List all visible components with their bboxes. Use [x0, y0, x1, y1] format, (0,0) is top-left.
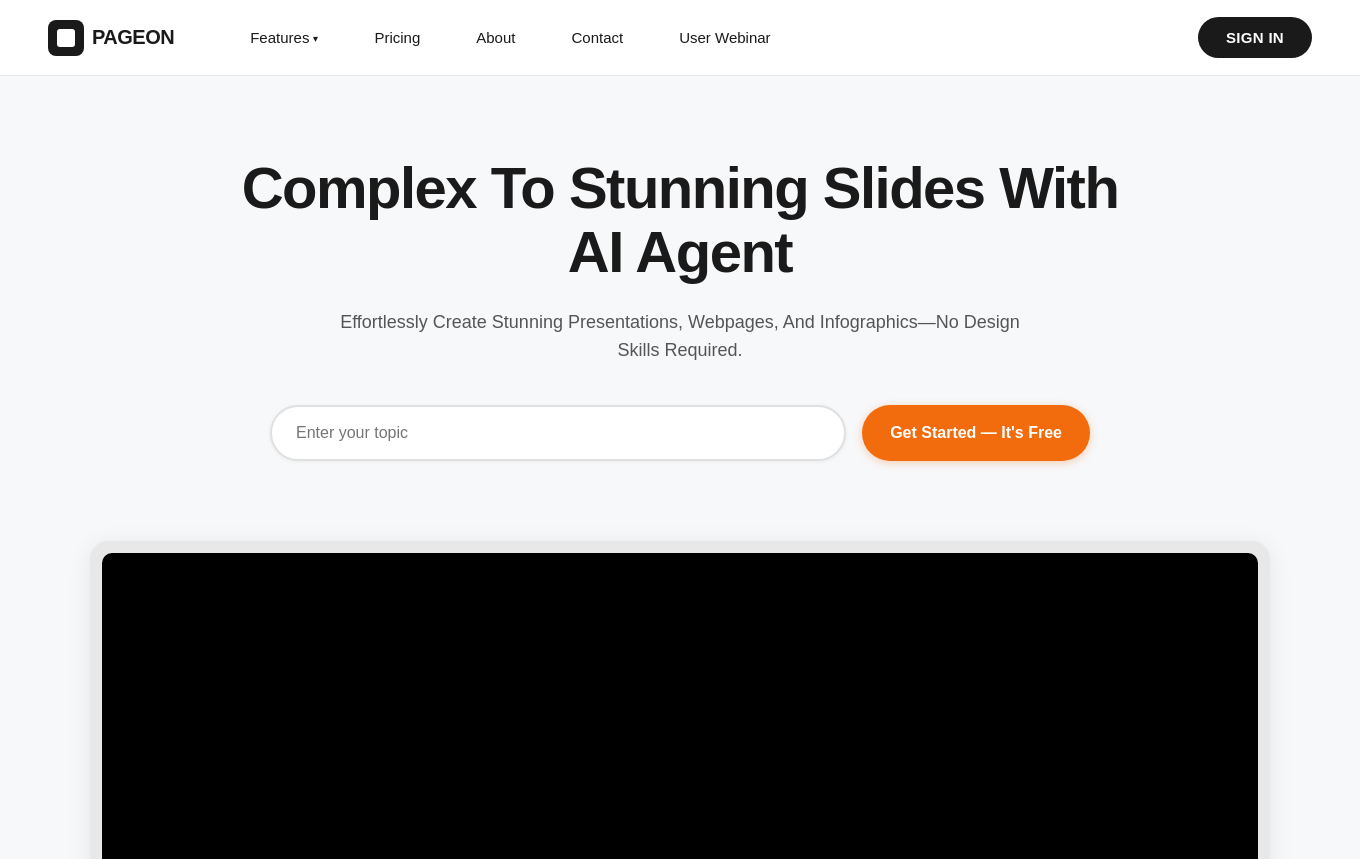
logo-inner-square	[57, 29, 75, 47]
nav-link-about-label: About	[476, 29, 515, 46]
logo-text: PAGEON	[92, 26, 174, 49]
logo-icon	[48, 20, 84, 56]
nav-link-contact[interactable]: Contact	[543, 0, 651, 76]
hero-subtitle: Effortlessly Create Stunning Presentatio…	[340, 308, 1020, 366]
nav-link-pricing-label: Pricing	[374, 29, 420, 46]
hero-title: Complex To Stunning Slides With AI Agent	[230, 156, 1130, 284]
sign-in-button[interactable]: SIGN IN	[1198, 17, 1312, 58]
nav-link-features[interactable]: Features ▾	[222, 0, 346, 76]
topic-input[interactable]	[270, 405, 846, 461]
nav-links: Features ▾ Pricing About Contact User We…	[222, 0, 1198, 76]
hero-section: Complex To Stunning Slides With AI Agent…	[0, 76, 1360, 501]
nav-link-user-webinar-label: User Webinar	[679, 29, 770, 46]
navbar: PAGEON Features ▾ Pricing About Contact …	[0, 0, 1360, 76]
hero-input-row: Get Started — It's Free	[270, 405, 1090, 461]
nav-link-contact-label: Contact	[571, 29, 623, 46]
features-chevron-down-icon: ▾	[313, 33, 318, 44]
nav-link-user-webinar[interactable]: User Webinar	[651, 0, 798, 76]
nav-link-about[interactable]: About	[448, 0, 543, 76]
nav-link-features-label: Features	[250, 29, 309, 46]
nav-link-pricing[interactable]: Pricing	[346, 0, 448, 76]
video-player[interactable]	[102, 553, 1258, 859]
get-started-button[interactable]: Get Started — It's Free	[862, 405, 1090, 461]
video-container	[90, 541, 1270, 859]
logo[interactable]: PAGEON	[48, 20, 174, 56]
video-section	[0, 501, 1360, 859]
